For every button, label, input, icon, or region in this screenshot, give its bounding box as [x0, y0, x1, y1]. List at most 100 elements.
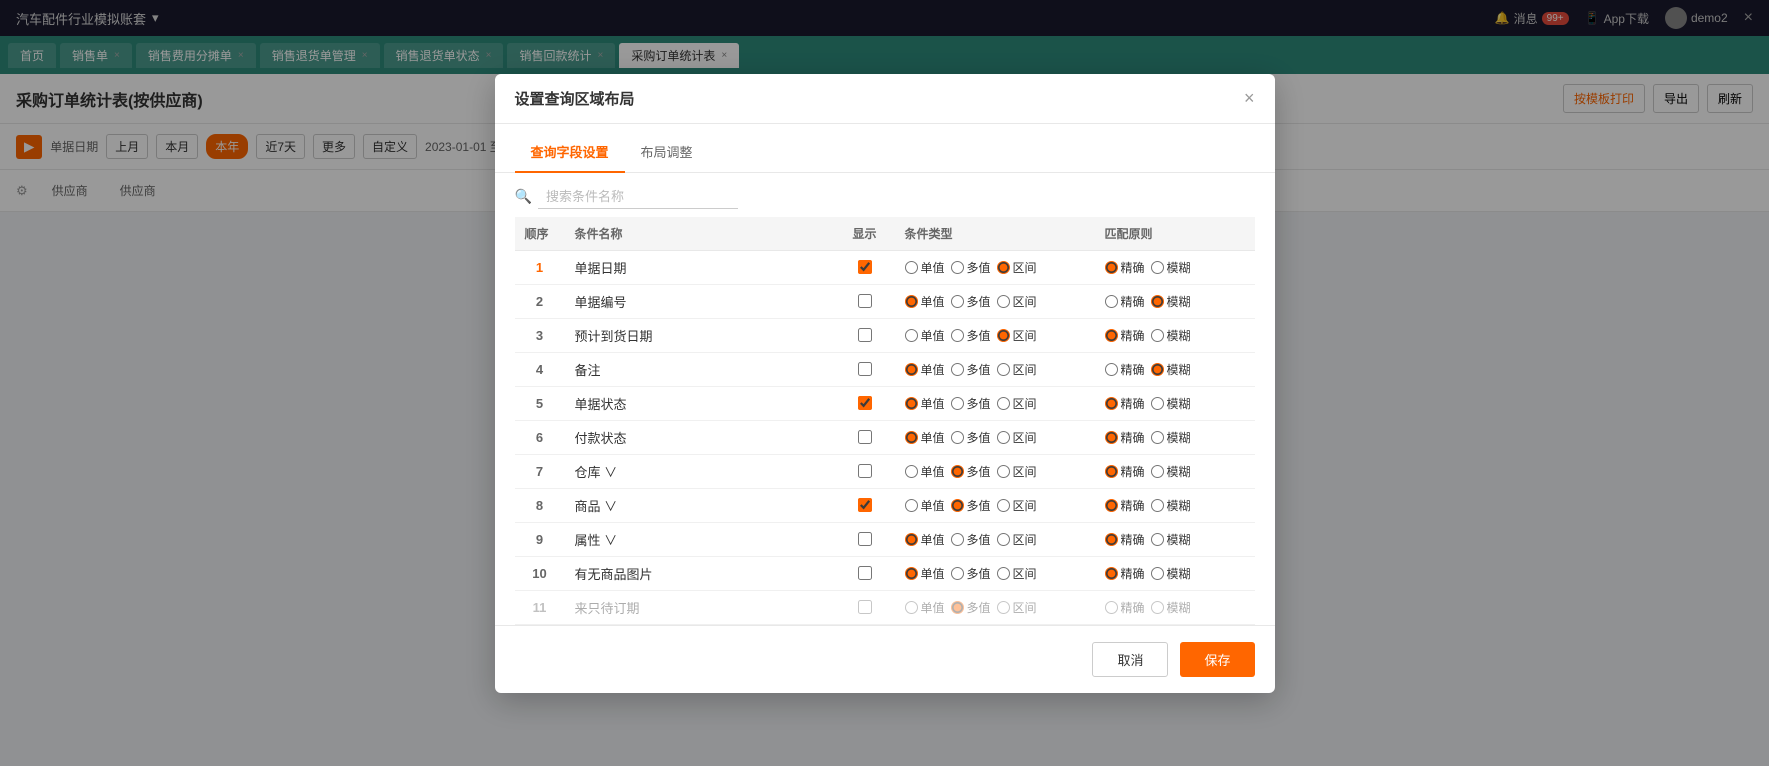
radio-type-single[interactable]: 单值: [905, 565, 945, 582]
row-order: 3: [515, 318, 565, 352]
radio-type-single[interactable]: 单值: [905, 429, 945, 446]
radio-match-exact[interactable]: 精确: [1105, 599, 1145, 616]
display-checkbox[interactable]: [858, 600, 872, 614]
radio-type-multi[interactable]: 多值: [951, 599, 991, 616]
radio-match-exact[interactable]: 精确: [1105, 429, 1145, 446]
radio-match-exact[interactable]: 精确: [1105, 565, 1145, 582]
row-condition-name: 有无商品图片: [565, 556, 835, 590]
radio-match-fuzzy[interactable]: 模糊: [1151, 327, 1191, 344]
radio-type-multi[interactable]: 多值: [951, 497, 991, 514]
display-checkbox[interactable]: [858, 328, 872, 342]
row-display-checkbox-cell: [835, 590, 895, 624]
row-display-checkbox-cell: [835, 522, 895, 556]
row-order: 1: [515, 250, 565, 284]
row-order: 11: [515, 590, 565, 624]
radio-type-single[interactable]: 单值: [905, 327, 945, 344]
row-order: 7: [515, 454, 565, 488]
radio-type-range[interactable]: 区间: [997, 565, 1037, 582]
radio-type-single[interactable]: 单值: [905, 497, 945, 514]
row-display-checkbox-cell: [835, 556, 895, 590]
display-checkbox[interactable]: [858, 396, 872, 410]
radio-type-single[interactable]: 单值: [905, 463, 945, 480]
search-input[interactable]: [538, 185, 738, 209]
radio-match-fuzzy[interactable]: 模糊: [1151, 599, 1191, 616]
modal-tab-bar: 查询字段设置 布局调整: [495, 124, 1275, 173]
radio-type-range[interactable]: 区间: [997, 395, 1037, 412]
row-display-checkbox-cell: [835, 318, 895, 352]
modal-search-bar: 🔍: [495, 173, 1275, 217]
row-display-checkbox-cell: [835, 386, 895, 420]
radio-match-fuzzy[interactable]: 模糊: [1151, 293, 1191, 310]
radio-match-exact[interactable]: 精确: [1105, 531, 1145, 548]
radio-type-multi[interactable]: 多值: [951, 565, 991, 582]
radio-type-multi[interactable]: 多值: [951, 361, 991, 378]
radio-type-multi[interactable]: 多值: [951, 259, 991, 276]
row-order: 6: [515, 420, 565, 454]
row-condition-name: 来只待订期: [565, 590, 835, 624]
table-header-row: 顺序 条件名称 显示 条件类型 匹配原则: [515, 217, 1255, 251]
radio-type-range[interactable]: 区间: [997, 599, 1037, 616]
row-condition-name: 属性 ∨: [565, 522, 835, 556]
tab-query-fields[interactable]: 查询字段设置: [515, 136, 625, 173]
radio-match-exact[interactable]: 精确: [1105, 259, 1145, 276]
radio-type-range[interactable]: 区间: [997, 463, 1037, 480]
radio-match-exact[interactable]: 精确: [1105, 497, 1145, 514]
radio-match-exact[interactable]: 精确: [1105, 361, 1145, 378]
radio-type-range[interactable]: 区间: [997, 259, 1037, 276]
radio-type-range[interactable]: 区间: [997, 293, 1037, 310]
row-match-cell: 精确模糊: [1095, 556, 1255, 590]
display-checkbox[interactable]: [858, 566, 872, 580]
table-row: 6付款状态单值多值区间精确模糊: [515, 420, 1255, 454]
radio-match-fuzzy[interactable]: 模糊: [1151, 361, 1191, 378]
row-order: 4: [515, 352, 565, 386]
display-checkbox[interactable]: [858, 498, 872, 512]
radio-match-fuzzy[interactable]: 模糊: [1151, 395, 1191, 412]
radio-type-range[interactable]: 区间: [997, 429, 1037, 446]
radio-type-single[interactable]: 单值: [905, 531, 945, 548]
display-checkbox[interactable]: [858, 430, 872, 444]
cancel-button[interactable]: 取消: [1092, 642, 1168, 677]
modal-title: 设置查询区域布局: [515, 88, 635, 109]
radio-match-fuzzy[interactable]: 模糊: [1151, 259, 1191, 276]
display-checkbox[interactable]: [858, 362, 872, 376]
radio-match-exact[interactable]: 精确: [1105, 395, 1145, 412]
radio-type-multi[interactable]: 多值: [951, 327, 991, 344]
radio-type-multi[interactable]: 多值: [951, 531, 991, 548]
modal-close-button[interactable]: ×: [1244, 89, 1255, 107]
radio-type-range[interactable]: 区间: [997, 531, 1037, 548]
row-match-cell: 精确模糊: [1095, 420, 1255, 454]
table-row: 4备注单值多值区间精确模糊: [515, 352, 1255, 386]
display-checkbox[interactable]: [858, 532, 872, 546]
radio-match-exact[interactable]: 精确: [1105, 293, 1145, 310]
radio-match-fuzzy[interactable]: 模糊: [1151, 463, 1191, 480]
row-display-checkbox-cell: [835, 488, 895, 522]
display-checkbox[interactable]: [858, 260, 872, 274]
row-type-cell: 单值多值区间: [895, 488, 1095, 522]
radio-match-exact[interactable]: 精确: [1105, 327, 1145, 344]
radio-type-single[interactable]: 单值: [905, 361, 945, 378]
radio-match-fuzzy[interactable]: 模糊: [1151, 531, 1191, 548]
save-button[interactable]: 保存: [1180, 642, 1254, 677]
row-condition-name: 仓库 ∨: [565, 454, 835, 488]
radio-type-single[interactable]: 单值: [905, 259, 945, 276]
radio-type-range[interactable]: 区间: [997, 327, 1037, 344]
radio-match-fuzzy[interactable]: 模糊: [1151, 497, 1191, 514]
display-checkbox[interactable]: [858, 464, 872, 478]
radio-type-range[interactable]: 区间: [997, 361, 1037, 378]
tab-layout-adjust[interactable]: 布局调整: [625, 136, 709, 173]
radio-match-exact[interactable]: 精确: [1105, 463, 1145, 480]
radio-type-single[interactable]: 单值: [905, 599, 945, 616]
radio-type-single[interactable]: 单值: [905, 293, 945, 310]
radio-type-multi[interactable]: 多值: [951, 463, 991, 480]
row-display-checkbox-cell: [835, 454, 895, 488]
radio-match-fuzzy[interactable]: 模糊: [1151, 429, 1191, 446]
radio-type-range[interactable]: 区间: [997, 497, 1037, 514]
modal-footer: 取消 保存: [495, 625, 1275, 693]
display-checkbox[interactable]: [858, 294, 872, 308]
radio-type-multi[interactable]: 多值: [951, 395, 991, 412]
radio-match-fuzzy[interactable]: 模糊: [1151, 565, 1191, 582]
radio-type-single[interactable]: 单值: [905, 395, 945, 412]
radio-type-multi[interactable]: 多值: [951, 293, 991, 310]
radio-type-multi[interactable]: 多值: [951, 429, 991, 446]
table-row: 10有无商品图片单值多值区间精确模糊: [515, 556, 1255, 590]
